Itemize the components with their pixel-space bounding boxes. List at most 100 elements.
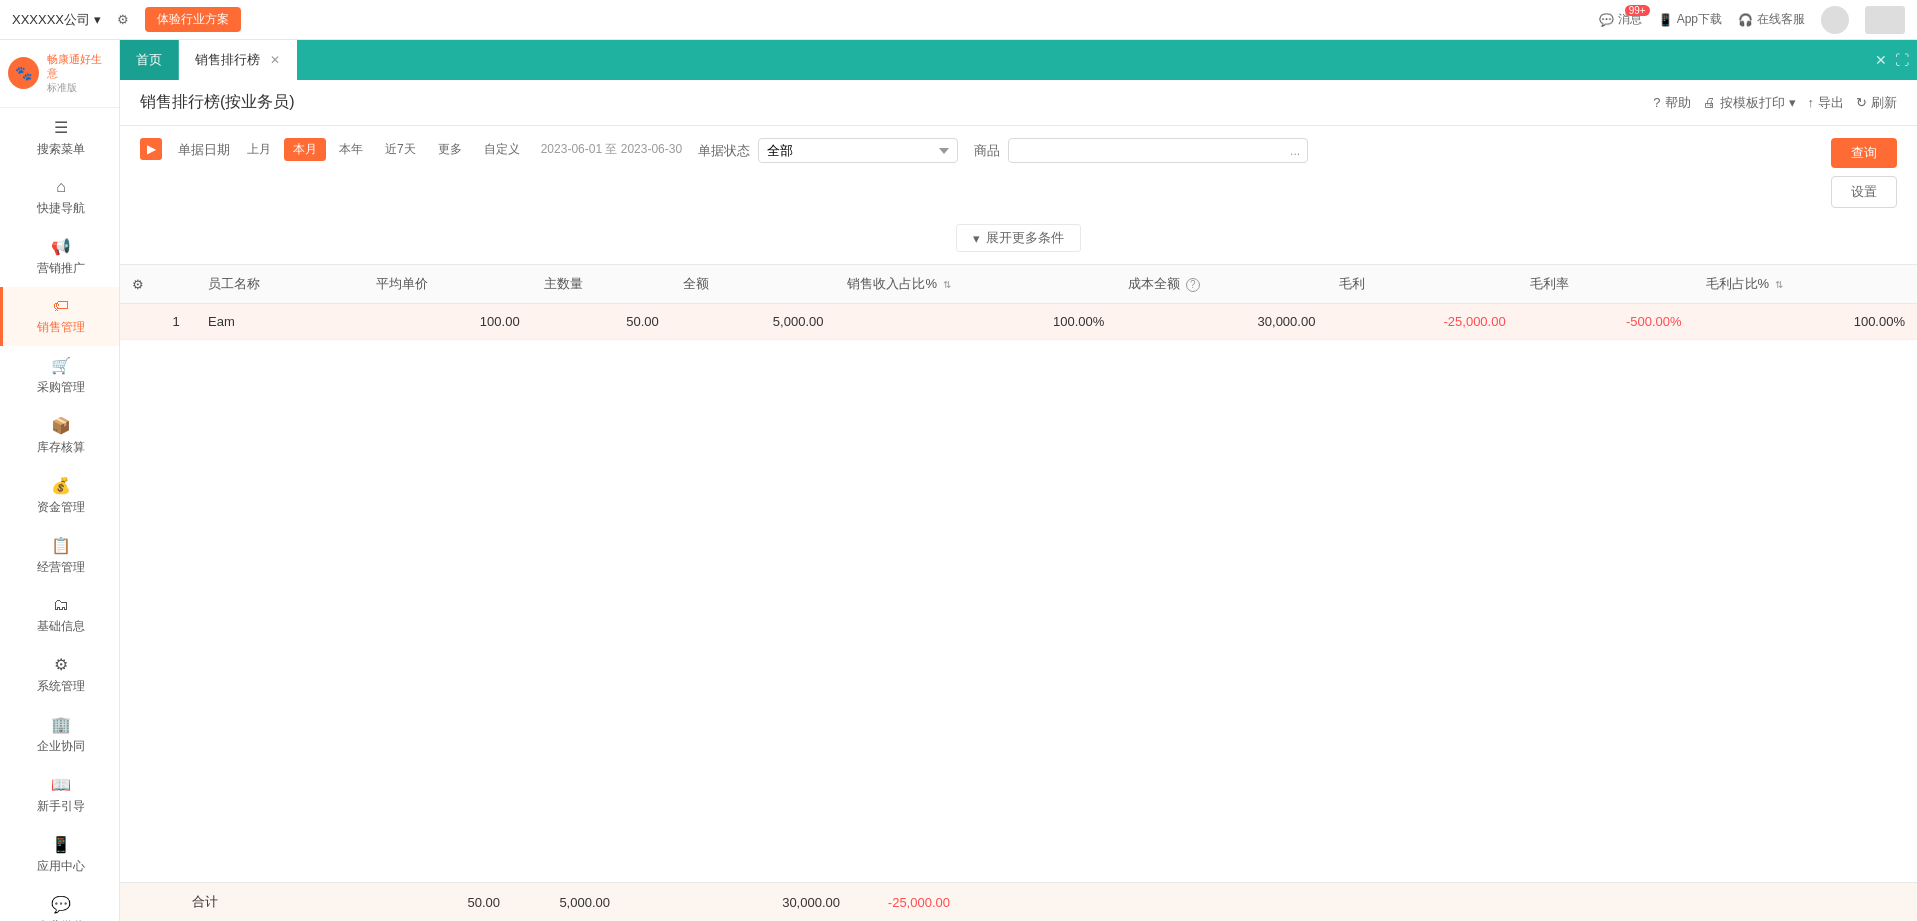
export-button[interactable]: ↑ 导出 (1808, 94, 1845, 112)
info-icon[interactable]: ? (1186, 278, 1200, 292)
query-button[interactable]: 查询 (1831, 138, 1897, 168)
status-filter-label: 单据状态 (698, 142, 750, 160)
online-service-button[interactable]: 🎧 在线客服 (1738, 11, 1805, 28)
setting-button[interactable]: 设置 (1831, 176, 1897, 208)
print-button[interactable]: 🖨 按模板打印 ▾ (1703, 94, 1796, 112)
page-header-actions: ? 帮助 🖨 按模板打印 ▾ ↑ 导出 ↻ 刷新 (1653, 94, 1897, 112)
goods-more-icon: ... (1290, 144, 1300, 158)
sidebar-item-label: 新手引导 (37, 798, 85, 815)
app-download-button[interactable]: 📱 App下载 (1658, 11, 1722, 28)
sidebar-item-guide[interactable]: 📖 新手引导 (0, 765, 119, 825)
sidebar-item-label: 搜索菜单 (37, 141, 85, 158)
col-settings[interactable]: ⚙ (120, 265, 156, 304)
col-profit: 毛利 (1327, 265, 1517, 304)
col-amount: 全额 (671, 265, 836, 304)
finance-icon: 💰 (51, 476, 71, 495)
row-qty: 50.00 (532, 304, 671, 340)
sidebar-item-label: 快捷导航 (37, 200, 85, 217)
sidebar-item-label: 经营管理 (37, 559, 85, 576)
col-sales-pct[interactable]: 销售收入占比% ⇅ (835, 265, 1116, 304)
sidebar: 🐾 畅康通好生意 标准版 ☰ 搜索菜单 ⌂ 快捷导航 📢 营销推广 🏷 销售管理… (0, 40, 120, 921)
row-rank: 1 (156, 304, 196, 340)
date-tab-this-year[interactable]: 本年 (330, 138, 372, 161)
expand-conditions-btn[interactable]: ▾ 展开更多条件 (956, 224, 1081, 252)
home-tab-label: 首页 (136, 51, 162, 69)
sidebar-item-sales[interactable]: 🏷 销售管理 (0, 287, 119, 346)
headset-icon: 🎧 (1738, 13, 1753, 27)
status-select[interactable]: 全部 待审核 已审核 已作废 (758, 138, 958, 163)
table-container: ⚙ 员工名称 平均单价 主数量 全额 销售收入占比% ⇅ (120, 265, 1917, 882)
sidebar-item-operation[interactable]: 📋 经营管理 (0, 526, 119, 586)
row-profit: -25,000.00 (1327, 304, 1517, 340)
sidebar-item-shortcut[interactable]: ⌂ 快捷导航 (0, 168, 119, 227)
col-profit-rate: 毛利率 (1518, 265, 1694, 304)
settings-icon-btn[interactable]: ⚙ (109, 6, 137, 34)
date-tab-prev-month[interactable]: 上月 (238, 138, 280, 161)
sidebar-item-system[interactable]: ⚙ 系统管理 (0, 645, 119, 705)
appstore-icon: 📱 (51, 835, 71, 854)
top-bar-right: 💬 消息 99+ 📱 App下载 🎧 在线客服 (1599, 6, 1905, 34)
sidebar-item-search[interactable]: ☰ 搜索菜单 (0, 108, 119, 168)
gear-icon: ⚙ (117, 12, 129, 27)
marketing-icon: 📢 (51, 237, 71, 256)
sidebar-item-marketing[interactable]: 📢 营销推广 (0, 227, 119, 287)
user-info[interactable] (1865, 6, 1905, 34)
company-name: XXXXXX公司 (12, 11, 90, 29)
date-filter-group: 单据日期 上月 本月 本年 近7天 更多 自定义 2023-06-01 至 20… (178, 138, 682, 161)
sales-rank-table: ⚙ 员工名称 平均单价 主数量 全额 销售收入占比% ⇅ (120, 265, 1917, 340)
tab-bar-right: ✕ ⛶ (1875, 52, 1917, 68)
wechat-icon: 💬 (51, 895, 71, 914)
tab-close-window-icon[interactable]: ✕ (1875, 52, 1887, 68)
sidebar-item-finance[interactable]: 💰 资金管理 (0, 466, 119, 526)
date-tab-more[interactable]: 更多 (429, 138, 471, 161)
date-tab-custom[interactable]: 自定义 (475, 138, 529, 161)
row-settings (120, 304, 156, 340)
collapse-filter-btn[interactable]: ▶ (140, 138, 162, 160)
table-settings-icon: ⚙ (132, 277, 144, 292)
sidebar-item-appstore[interactable]: 📱 应用中心 (0, 825, 119, 885)
sidebar-item-label: 系统管理 (37, 678, 85, 695)
export-icon: ↑ (1808, 95, 1815, 110)
logo-icon: 🐾 (8, 57, 39, 89)
sidebar-item-label: 基础信息 (37, 618, 85, 635)
col-cost: 成本全额 ? (1116, 265, 1327, 304)
sidebar-item-purchase[interactable]: 🛒 采购管理 (0, 346, 119, 406)
tab-close-icon[interactable]: ✕ (270, 53, 280, 67)
top-bar: XXXXXX公司 ▾ ⚙ 体验行业方案 💬 消息 99+ 📱 App下载 🎧 在… (0, 0, 1917, 40)
footer-amount: 5,000.00 (512, 895, 622, 910)
inventory-icon: 📦 (51, 416, 71, 435)
trial-button[interactable]: 体验行业方案 (145, 7, 241, 32)
goods-input[interactable] (1008, 138, 1308, 163)
tab-restore-icon[interactable]: ⛶ (1895, 52, 1909, 68)
print-icon: 🖨 (1703, 95, 1716, 110)
sidebar-item-wechat[interactable]: 💬 企业微信 (0, 885, 119, 921)
tab-home[interactable]: 首页 (120, 40, 179, 80)
sidebar-item-inventory[interactable]: 📦 库存核算 (0, 406, 119, 466)
help-icon: ? (1653, 95, 1660, 110)
content-area: 首页 销售排行榜 ✕ ✕ ⛶ 销售排行榜(按业务员) ? 帮助 (120, 40, 1917, 921)
col-name: 员工名称 (196, 265, 364, 304)
page-header: 销售排行榜(按业务员) ? 帮助 🖨 按模板打印 ▾ ↑ 导出 (120, 80, 1917, 126)
sidebar-item-label: 库存核算 (37, 439, 85, 456)
footer-label: 合计 (132, 893, 332, 911)
refresh-button[interactable]: ↻ 刷新 (1856, 94, 1897, 112)
help-button[interactable]: ? 帮助 (1653, 94, 1690, 112)
date-tab-this-month[interactable]: 本月 (284, 138, 326, 161)
message-badge: 99+ (1625, 5, 1650, 16)
footer-cost: 30,000.00 (742, 895, 852, 910)
avatar[interactable] (1821, 6, 1849, 34)
col-profit-pct[interactable]: 毛利占比% ⇅ (1694, 265, 1917, 304)
filter-area: ▶ 单据日期 上月 本月 本年 近7天 更多 自定义 2023-06-01 至 … (120, 126, 1917, 265)
company-selector[interactable]: XXXXXX公司 ▾ (12, 11, 101, 29)
search-menu-icon: ☰ (54, 118, 68, 137)
row-profit-pct: 100.00% (1694, 304, 1917, 340)
tab-sales-rank[interactable]: 销售排行榜 ✕ (179, 40, 297, 80)
page-title: 销售排行榜(按业务员) (140, 92, 295, 113)
date-tab-7days[interactable]: 近7天 (376, 138, 425, 161)
sidebar-item-basic[interactable]: 🗂 基础信息 (0, 586, 119, 645)
sidebar-logo: 🐾 畅康通好生意 标准版 (0, 40, 119, 108)
sidebar-item-enterprise[interactable]: 🏢 企业协同 (0, 705, 119, 765)
col-avg-price: 平均单价 (364, 265, 532, 304)
operation-icon: 📋 (51, 536, 71, 555)
message-button[interactable]: 💬 消息 99+ (1599, 11, 1642, 28)
